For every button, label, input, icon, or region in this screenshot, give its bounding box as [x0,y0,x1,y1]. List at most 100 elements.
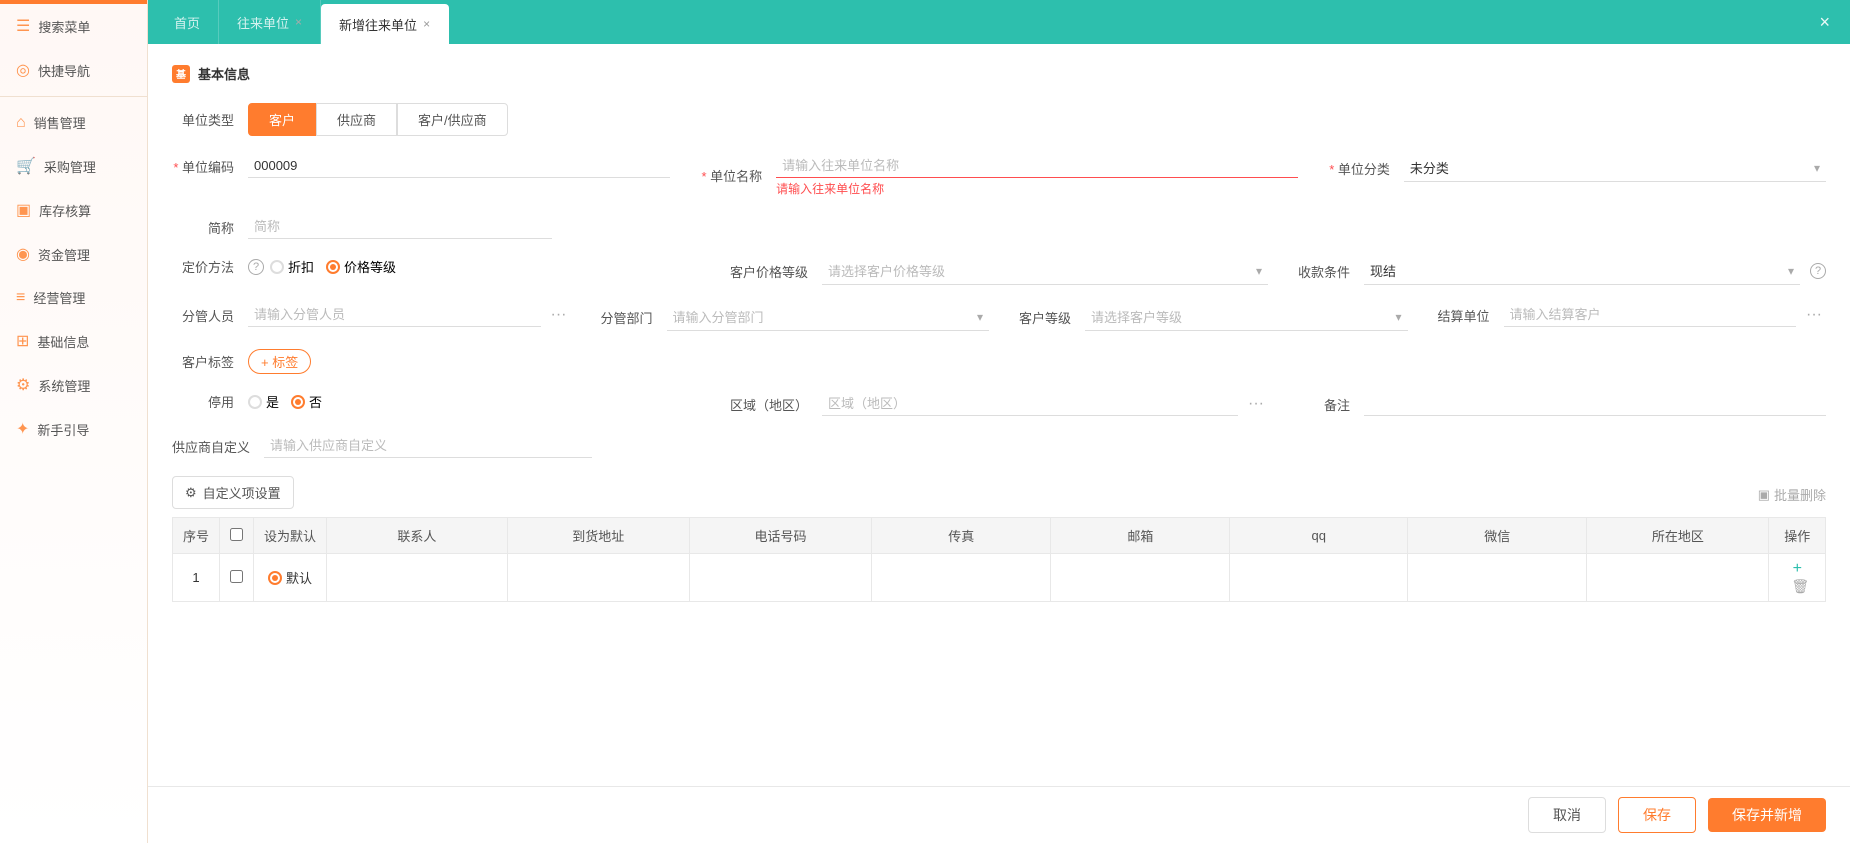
cancel-button[interactable]: 取消 [1528,797,1606,833]
disabled-field: 停用 是 否 [172,392,710,411]
manager-input[interactable] [248,303,541,327]
category-field: 单位分类 未分类 ▾ [1328,154,1826,182]
settlement-input[interactable] [1504,303,1797,327]
batch-delete-btn[interactable]: ▣ 批量删除 [1758,485,1826,504]
row-email-input[interactable] [1061,570,1219,585]
th-fax: 传真 [872,518,1051,554]
main-area: 首页 往来单位 × 新增往来单位 × × 基 基本信息 单位类型 客户 供应商 … [148,0,1850,843]
row-qq [1230,554,1408,602]
del-row-btn[interactable]: 🗑 [1791,578,1809,594]
pricing-radio-level-circle [326,260,340,274]
customer-price-placeholder: 请选择客户价格等级 [828,261,945,280]
payment-select[interactable]: 现结 ▾ [1364,257,1800,285]
code-input[interactable] [248,154,670,178]
add-row-btn[interactable]: + [1793,560,1802,577]
select-all-checkbox[interactable] [230,528,243,541]
sidebar-item-basicinfo[interactable]: ⊞ 基础信息 [0,319,147,363]
sidebar-item-quicknav[interactable]: ◎ 快捷导航 [0,48,147,92]
manager-dots-btn[interactable]: ··· [547,306,571,324]
purchase-icon: 🛒 [16,156,36,176]
search-menu-icon: ☰ [16,16,30,36]
th-checkbox [220,518,254,554]
pricing-radio-discount[interactable]: 折扣 [270,257,314,276]
customer-level-select[interactable]: 请选择客户等级 ▾ [1085,303,1408,331]
row-default-radio[interactable]: 默认 [264,568,316,587]
unit-type-btn-customer[interactable]: 客户 [248,103,316,136]
sidebar-item-label: 经营管理 [33,288,85,307]
table-section: ⚙ 自定义项设置 ▣ 批量删除 序号 设为默认 联系人 [172,476,1826,602]
supplier-custom-row: 供应商自定义 [172,434,1826,458]
disabled-radio-no-circle [291,395,305,409]
operation-icon: ≡ [16,289,25,307]
payment-help-icon[interactable]: ? [1810,263,1826,279]
remark-input[interactable] [1364,392,1826,416]
sidebar-item-system[interactable]: ⚙ 系统管理 [0,363,147,407]
section-title-icon: 基 [172,65,190,83]
disabled-radio-yes[interactable]: 是 [248,392,279,411]
close-new-partner-icon[interactable]: × [423,17,430,31]
pricing-radio-level[interactable]: 价格等级 [326,257,396,276]
sidebar-item-purchase[interactable]: 🛒 采购管理 [0,144,147,188]
sidebar-item-label: 采购管理 [44,157,96,176]
payment-chevron-icon: ▾ [1788,264,1794,278]
abbr-input[interactable] [248,215,552,239]
category-select[interactable]: 未分类 ▾ [1404,154,1826,182]
section-title-text: 基本信息 [198,64,250,83]
add-tag-btn[interactable]: + 标签 [248,349,311,374]
unit-type-btn-both[interactable]: 客户/供应商 [397,103,508,136]
sidebar-item-label: 搜索菜单 [38,17,90,36]
row-phone-input[interactable] [700,570,861,585]
save-button[interactable]: 保存 [1618,797,1696,833]
close-partner-list-icon[interactable]: × [295,15,302,29]
sidebar-item-newguide[interactable]: ✦ 新手引导 [0,407,147,451]
pricing-radio-discount-circle [270,260,284,274]
th-qq: qq [1230,518,1408,554]
customer-price-field: 客户价格等级 请选择客户价格等级 ▾ [730,257,1268,285]
disabled-region-row: 停用 是 否 区域（地区） ··· 备注 [172,392,1826,416]
row-actions: + 🗑 [1769,554,1826,602]
supplier-custom-input[interactable] [264,434,592,458]
row-address-input[interactable] [518,570,679,585]
customer-level-field: 客户等级 请选择客户等级 ▾ [1009,303,1408,331]
disabled-radio-yes-circle [248,395,262,409]
row-region-input[interactable] [1597,570,1758,585]
unit-type-label: 单位类型 [172,110,242,129]
sidebar-item-inventory[interactable]: ▣ 库存核算 [0,188,147,232]
th-email: 邮箱 [1051,518,1230,554]
name-input[interactable] [776,154,1298,178]
settlement-dots-btn[interactable]: ··· [1802,306,1826,324]
sidebar-item-search[interactable]: ☰ 搜索菜单 [0,4,147,48]
close-window-icon[interactable]: × [1807,12,1842,33]
name-field: 单位名称 请输入往来单位名称 [700,154,1298,197]
sidebar-item-sales[interactable]: ⌂ 销售管理 [0,101,147,144]
row-wechat [1408,554,1587,602]
tab-new-partner[interactable]: 新增往来单位 × [321,4,449,44]
name-error-msg: 请输入往来单位名称 [776,180,1298,197]
region-input[interactable] [822,392,1238,416]
tab-partner-list[interactable]: 往来单位 × [219,0,321,44]
row-checkbox[interactable] [230,570,243,583]
row-wechat-input[interactable] [1418,570,1576,585]
region-dots-btn[interactable]: ··· [1244,395,1268,413]
customer-price-select[interactable]: 请选择客户价格等级 ▾ [822,257,1268,285]
sidebar-item-label: 销售管理 [34,113,86,132]
dept-select[interactable]: 请输入分管部门 ▾ [667,303,990,331]
sidebar-item-operation[interactable]: ≡ 经营管理 [0,276,147,319]
custom-settings-btn[interactable]: ⚙ 自定义项设置 [172,476,294,509]
disabled-radio-no[interactable]: 否 [291,392,322,411]
row-fax-input[interactable] [882,570,1040,585]
row-qq-input[interactable] [1240,570,1397,585]
th-phone: 电话号码 [689,518,871,554]
supplier-custom-label: 供应商自定义 [172,437,258,456]
tab-home[interactable]: 首页 [156,0,219,44]
row-contact-input[interactable] [337,570,497,585]
region-field: 区域（地区） ··· [730,392,1268,416]
batch-delete-label: 批量删除 [1774,485,1826,504]
pricing-label: 定价方法 [172,257,242,276]
sidebar-item-finance[interactable]: ◉ 资金管理 [0,232,147,276]
disabled-label: 停用 [172,392,242,411]
payment-value: 现结 [1370,261,1396,280]
unit-type-btn-supplier[interactable]: 供应商 [316,103,397,136]
save-new-button[interactable]: 保存并新增 [1708,798,1826,832]
pricing-help-icon[interactable]: ? [248,259,264,275]
